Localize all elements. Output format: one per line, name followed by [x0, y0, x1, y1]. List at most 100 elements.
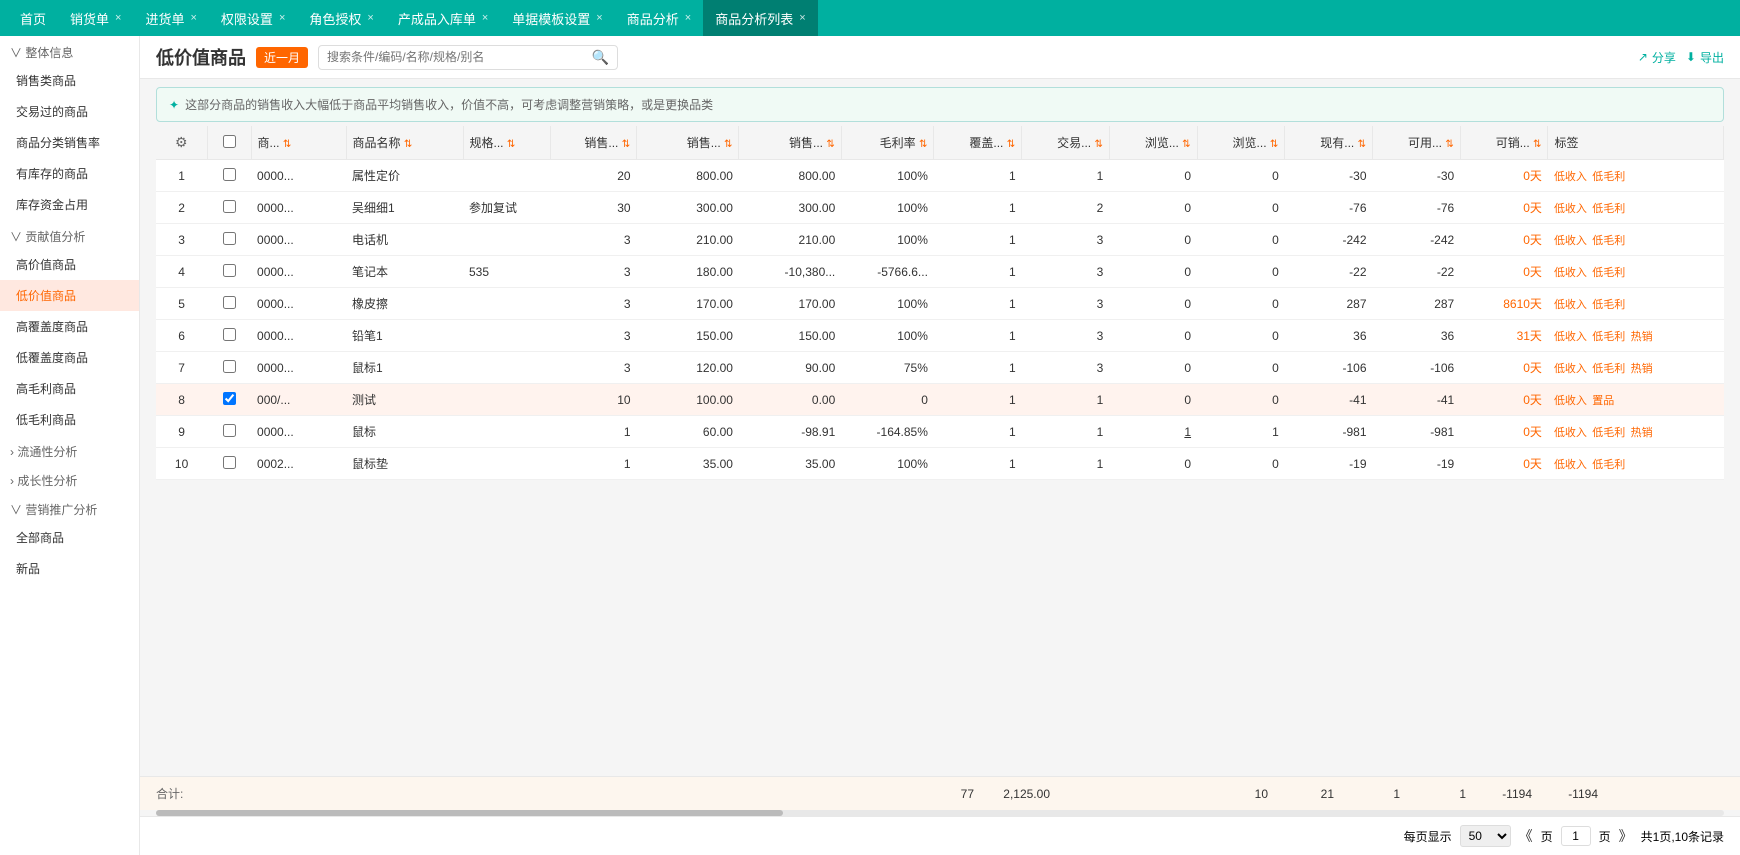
nav-item-商品分析列表[interactable]: 商品分析列表×	[703, 0, 817, 36]
nav-close-icon[interactable]: ×	[482, 12, 488, 24]
row-browse1[interactable]: 0	[1109, 448, 1197, 480]
browse1-link[interactable]: 0	[1184, 201, 1191, 215]
sidebar-item-低价值商品[interactable]: 低价值商品	[0, 280, 139, 311]
row-checkbox[interactable]	[207, 160, 251, 192]
col-avail[interactable]: 可用... ⇅	[1373, 126, 1461, 160]
col-browse1[interactable]: 浏览... ⇅	[1109, 126, 1197, 160]
row-browse1[interactable]: 0	[1109, 192, 1197, 224]
row-checkbox[interactable]	[207, 320, 251, 352]
sidebar-item-高覆盖度商品[interactable]: 高覆盖度商品	[0, 311, 139, 342]
tag-低收入[interactable]: 低收入	[1554, 331, 1587, 343]
sidebar-item-销售类商品[interactable]: 销售类商品	[0, 65, 139, 96]
sidebar-group-成长性分析[interactable]: › 成长性分析	[0, 464, 139, 493]
nav-item-进货单[interactable]: 进货单×	[133, 0, 208, 36]
sidebar-item-库存资金占用[interactable]: 库存资金占用	[0, 189, 139, 220]
filter-button[interactable]: 近一月	[256, 47, 308, 68]
tag-低收入[interactable]: 低收入	[1554, 459, 1587, 471]
export-button[interactable]: ⬇ 导出	[1686, 49, 1724, 66]
tag-低毛利[interactable]: 低毛利	[1592, 171, 1625, 183]
tag-低收入[interactable]: 低收入	[1554, 299, 1587, 311]
browse1-link[interactable]: 0	[1184, 393, 1191, 407]
tag-低收入[interactable]: 低收入	[1554, 267, 1587, 279]
row-checkbox[interactable]	[207, 352, 251, 384]
tag-低毛利[interactable]: 低毛利	[1592, 267, 1625, 279]
nav-close-icon[interactable]: ×	[367, 12, 373, 24]
search-input[interactable]	[327, 50, 592, 64]
row-browse1[interactable]: 0	[1109, 256, 1197, 288]
sidebar-group-流通性分析[interactable]: › 流通性分析	[0, 435, 139, 464]
sidebar-group-整体信息[interactable]: ∨ 整体信息	[0, 36, 139, 65]
nav-item-商品分析[interactable]: 商品分析×	[615, 0, 703, 36]
row-browse1[interactable]: 0	[1109, 288, 1197, 320]
browse1-link[interactable]: 0	[1184, 329, 1191, 343]
row-checkbox[interactable]	[207, 192, 251, 224]
row-checkbox[interactable]	[207, 224, 251, 256]
row-browse1[interactable]: 0	[1109, 160, 1197, 192]
tag-低毛利[interactable]: 低毛利	[1592, 299, 1625, 311]
browse1-link[interactable]: 0	[1184, 233, 1191, 247]
nav-close-icon[interactable]: ×	[685, 12, 691, 24]
tag-低毛利[interactable]: 低毛利	[1592, 331, 1625, 343]
gear-icon[interactable]: ⚙	[175, 134, 188, 150]
tag-置品[interactable]: 置品	[1592, 395, 1614, 407]
row-checkbox[interactable]	[207, 384, 251, 416]
sidebar-item-有库存的商品[interactable]: 有库存的商品	[0, 158, 139, 189]
select-all-checkbox[interactable]	[223, 135, 236, 148]
tag-热销[interactable]: 热销	[1631, 427, 1653, 439]
col-gear[interactable]: ⚙	[156, 126, 207, 160]
sidebar-item-高价值商品[interactable]: 高价值商品	[0, 249, 139, 280]
row-browse1[interactable]: 1	[1109, 416, 1197, 448]
nav-item-角色授权[interactable]: 角色授权×	[297, 0, 385, 36]
browse1-link[interactable]: 0	[1184, 361, 1191, 375]
per-page-select[interactable]: 50 100 200	[1460, 825, 1511, 847]
col-browse2[interactable]: 浏览... ⇅	[1197, 126, 1285, 160]
col-checkbox[interactable]	[207, 126, 251, 160]
table-container[interactable]: ⚙ 商... ⇅ 商品名称 ⇅ 规格... ⇅ 销售... ⇅ 销售... ⇅ …	[140, 126, 1740, 776]
nav-item-首页[interactable]: 首页	[8, 0, 58, 36]
col-sale-cost[interactable]: 销售... ⇅	[739, 126, 841, 160]
browse1-link[interactable]: 0	[1184, 169, 1191, 183]
search-icon[interactable]: 🔍	[592, 49, 609, 66]
row-checkbox[interactable]	[207, 256, 251, 288]
col-spec[interactable]: 规格... ⇅	[463, 126, 551, 160]
sidebar-item-交易过的商品[interactable]: 交易过的商品	[0, 96, 139, 127]
col-gross-rate[interactable]: 毛利率 ⇅	[841, 126, 934, 160]
tag-低收入[interactable]: 低收入	[1554, 395, 1587, 407]
nav-item-权限设置[interactable]: 权限设置×	[209, 0, 297, 36]
nav-close-icon[interactable]: ×	[799, 12, 805, 24]
tag-低收入[interactable]: 低收入	[1554, 171, 1587, 183]
row-checkbox[interactable]	[207, 448, 251, 480]
nav-item-单据模板设置[interactable]: 单据模板设置×	[500, 0, 614, 36]
tag-低收入[interactable]: 低收入	[1554, 235, 1587, 247]
sidebar-item-全部商品[interactable]: 全部商品	[0, 522, 139, 553]
browse1-link[interactable]: 0	[1184, 297, 1191, 311]
col-sale-amt[interactable]: 销售... ⇅	[637, 126, 739, 160]
sidebar-item-低毛利商品[interactable]: 低毛利商品	[0, 404, 139, 435]
page-number-input[interactable]	[1561, 826, 1591, 846]
col-stock[interactable]: 现有... ⇅	[1285, 126, 1373, 160]
browse1-link[interactable]: 0	[1184, 265, 1191, 279]
sidebar-group-营销推广分析[interactable]: ∨ 营销推广分析	[0, 493, 139, 522]
sidebar-item-高毛利商品[interactable]: 高毛利商品	[0, 373, 139, 404]
browse1-link[interactable]: 0	[1184, 457, 1191, 471]
nav-close-icon[interactable]: ×	[279, 12, 285, 24]
sidebar-item-商品分类销售率[interactable]: 商品分类销售率	[0, 127, 139, 158]
tag-热销[interactable]: 热销	[1631, 363, 1653, 375]
tag-低毛利[interactable]: 低毛利	[1592, 459, 1625, 471]
row-browse1[interactable]: 0	[1109, 320, 1197, 352]
browse1-link[interactable]: 1	[1184, 425, 1191, 439]
col-name[interactable]: 商品名称 ⇅	[346, 126, 463, 160]
next-page-button[interactable]: 》	[1619, 826, 1633, 846]
row-checkbox[interactable]	[207, 416, 251, 448]
row-browse1[interactable]: 0	[1109, 224, 1197, 256]
tag-低毛利[interactable]: 低毛利	[1592, 203, 1625, 215]
nav-item-销货单[interactable]: 销货单×	[58, 0, 133, 36]
prev-page-button[interactable]: 《	[1519, 826, 1533, 846]
tag-热销[interactable]: 热销	[1631, 331, 1653, 343]
sidebar-group-贡献值分析[interactable]: ∨ 贡献值分析	[0, 220, 139, 249]
tag-低毛利[interactable]: 低毛利	[1592, 427, 1625, 439]
sidebar-item-低覆盖度商品[interactable]: 低覆盖度商品	[0, 342, 139, 373]
tag-低收入[interactable]: 低收入	[1554, 427, 1587, 439]
row-browse1[interactable]: 0	[1109, 384, 1197, 416]
share-button[interactable]: ↗ 分享	[1638, 49, 1676, 66]
